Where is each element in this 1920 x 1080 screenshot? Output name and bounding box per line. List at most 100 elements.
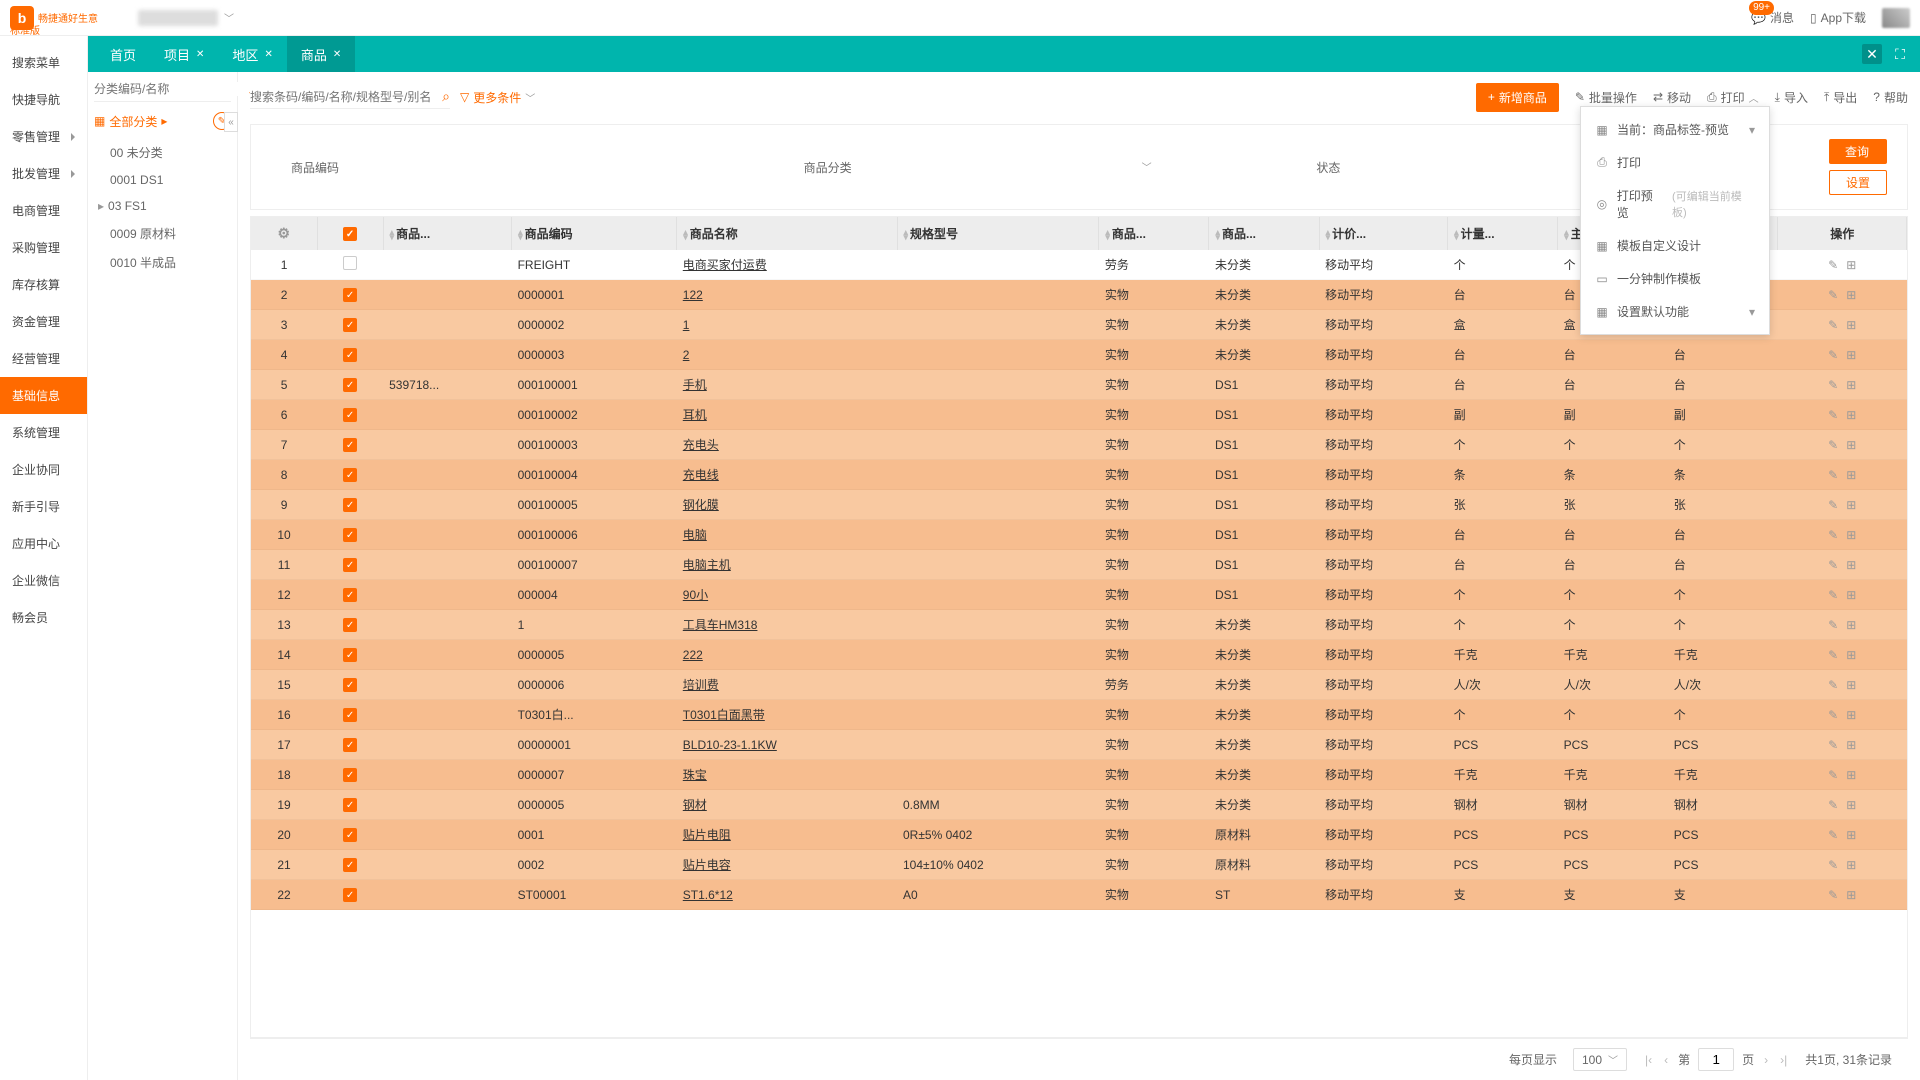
row-checkbox[interactable]: ✓: [343, 678, 357, 692]
row-checkbox[interactable]: ✓: [343, 438, 357, 452]
product-name-link[interactable]: 贴片电容: [683, 858, 731, 872]
dropdown-item[interactable]: ▦设置默认功能▾: [1581, 295, 1769, 328]
product-name-link[interactable]: 电商买家付运费: [683, 258, 767, 272]
move-button[interactable]: ⇄移动: [1653, 89, 1691, 106]
tab-close-all[interactable]: ✕: [1862, 44, 1882, 64]
dropdown-item[interactable]: ⎙打印: [1581, 146, 1769, 179]
table-row[interactable]: 9✓000100005钢化膜实物DS1移动平均张张张✎⊞: [251, 490, 1907, 520]
table-row[interactable]: 20✓0001贴片电阻0R±5% 0402实物原材料移动平均PCSPCSPCS✎…: [251, 820, 1907, 850]
table-row[interactable]: 13✓1工具车HM318实物未分类移动平均个个个✎⊞: [251, 610, 1907, 640]
column-header[interactable]: ▴▾商品...: [1209, 217, 1319, 250]
more-row-icon[interactable]: ⊞: [1846, 258, 1856, 272]
column-header[interactable]: 操作: [1778, 217, 1907, 250]
sidebar-item[interactable]: 基础信息: [0, 377, 87, 414]
product-name-link[interactable]: ST1.6*12: [683, 888, 733, 902]
edit-row-icon[interactable]: ✎: [1828, 528, 1838, 542]
grid-search-input[interactable]: [250, 86, 442, 108]
sidebar-item[interactable]: 快捷导航: [0, 81, 87, 118]
row-checkbox[interactable]: [343, 256, 357, 270]
collapse-pane-button[interactable]: «: [224, 112, 238, 132]
edit-row-icon[interactable]: ✎: [1828, 288, 1838, 302]
row-checkbox[interactable]: ✓: [343, 528, 357, 542]
tab[interactable]: 地区✕: [218, 36, 286, 72]
dropdown-item[interactable]: ▭一分钟制作模板: [1581, 262, 1769, 295]
column-header[interactable]: ▴▾规格型号: [897, 217, 1099, 250]
close-icon[interactable]: ✕: [333, 49, 341, 60]
help-button[interactable]: ?帮助: [1873, 89, 1908, 106]
sidebar-item[interactable]: 经营管理: [0, 340, 87, 377]
column-header[interactable]: ▴▾商品编码: [512, 217, 677, 250]
edit-row-icon[interactable]: ✎: [1828, 438, 1838, 452]
more-row-icon[interactable]: ⊞: [1846, 678, 1856, 692]
column-header[interactable]: ▴▾商品...: [1099, 217, 1209, 250]
sidebar-item[interactable]: 企业协同: [0, 451, 87, 488]
column-header[interactable]: ✓: [317, 217, 383, 250]
row-checkbox[interactable]: ✓: [343, 708, 357, 722]
more-row-icon[interactable]: ⊞: [1846, 588, 1856, 602]
sidebar-item[interactable]: 库存核算: [0, 266, 87, 303]
table-row[interactable]: 4✓00000032实物未分类移动平均台台台✎⊞: [251, 340, 1907, 370]
row-checkbox[interactable]: ✓: [343, 348, 357, 362]
more-row-icon[interactable]: ⊞: [1846, 768, 1856, 782]
dropdown-item[interactable]: ▦当前：商品标签-预览▾: [1581, 113, 1769, 146]
category-item[interactable]: 0001 DS1: [94, 167, 231, 193]
filter-code-input[interactable]: [359, 167, 639, 168]
page-first[interactable]: |‹: [1643, 1053, 1654, 1067]
row-checkbox[interactable]: ✓: [343, 408, 357, 422]
product-name-link[interactable]: 122: [683, 288, 703, 302]
product-name-link[interactable]: 耳机: [683, 408, 707, 422]
product-name-link[interactable]: 手机: [683, 378, 707, 392]
category-item[interactable]: 00 未分类: [94, 138, 231, 167]
add-product-button[interactable]: + 新增商品: [1476, 83, 1559, 112]
row-checkbox[interactable]: ✓: [343, 588, 357, 602]
edit-row-icon[interactable]: ✎: [1828, 588, 1838, 602]
column-header[interactable]: ▴▾商品...: [383, 217, 511, 250]
import-button[interactable]: ⤓导入: [1775, 89, 1808, 106]
more-row-icon[interactable]: ⊞: [1846, 738, 1856, 752]
table-wrap[interactable]: ⚙✓▴▾商品...▴▾商品编码▴▾商品名称▴▾规格型号▴▾商品...▴▾商品..…: [250, 216, 1908, 1038]
edit-row-icon[interactable]: ✎: [1828, 408, 1838, 422]
more-row-icon[interactable]: ⊞: [1846, 888, 1856, 902]
edit-row-icon[interactable]: ✎: [1828, 648, 1838, 662]
edit-row-icon[interactable]: ✎: [1828, 708, 1838, 722]
more-row-icon[interactable]: ⊞: [1846, 708, 1856, 722]
search-icon[interactable]: ⌕: [442, 88, 450, 105]
more-row-icon[interactable]: ⊞: [1846, 438, 1856, 452]
product-name-link[interactable]: BLD10-23-1.1KW: [683, 738, 777, 752]
product-name-link[interactable]: T0301白面黑带: [683, 708, 765, 722]
edit-row-icon[interactable]: ✎: [1828, 258, 1838, 272]
product-name-link[interactable]: 电脑主机: [683, 558, 731, 572]
category-item[interactable]: 03 FS1: [94, 193, 231, 219]
checkbox-all[interactable]: ✓: [343, 227, 357, 241]
row-checkbox[interactable]: ✓: [343, 888, 357, 902]
grid-search[interactable]: ⌕: [250, 86, 450, 109]
more-row-icon[interactable]: ⊞: [1846, 618, 1856, 632]
category-search[interactable]: ⌕: [94, 80, 231, 102]
product-name-link[interactable]: 充电头: [683, 438, 719, 452]
more-row-icon[interactable]: ⊞: [1846, 558, 1856, 572]
more-filters-button[interactable]: ▽ 更多条件 ﹀: [460, 89, 535, 106]
category-root[interactable]: ▦ 全部分类 ▸ ✎: [94, 112, 231, 130]
more-row-icon[interactable]: ⊞: [1846, 828, 1856, 842]
tab[interactable]: 首页: [96, 36, 150, 72]
column-header[interactable]: ▴▾计量...: [1448, 217, 1558, 250]
product-name-link[interactable]: 珠宝: [683, 768, 707, 782]
more-row-icon[interactable]: ⊞: [1846, 348, 1856, 362]
page-last[interactable]: ›|: [1778, 1053, 1789, 1067]
sidebar-item[interactable]: 应用中心: [0, 525, 87, 562]
row-checkbox[interactable]: ✓: [343, 648, 357, 662]
more-row-icon[interactable]: ⊞: [1846, 528, 1856, 542]
product-name-link[interactable]: 电脑: [683, 528, 707, 542]
edit-row-icon[interactable]: ✎: [1828, 348, 1838, 362]
batch-button[interactable]: ✎批量操作: [1575, 89, 1637, 106]
page-input[interactable]: [1698, 1048, 1734, 1071]
row-checkbox[interactable]: ✓: [343, 618, 357, 632]
sidebar-item[interactable]: 企业微信: [0, 562, 87, 599]
table-row[interactable]: 14✓0000005222实物未分类移动平均千克千克千克✎⊞: [251, 640, 1907, 670]
product-name-link[interactable]: 2: [683, 348, 690, 362]
per-page-select[interactable]: 100﹀: [1573, 1048, 1627, 1071]
messages-button[interactable]: 💬 消息 99+: [1751, 9, 1794, 26]
row-checkbox[interactable]: ✓: [343, 828, 357, 842]
query-button[interactable]: 查询: [1829, 139, 1887, 164]
filter-cat-select[interactable]: ﹀: [872, 159, 1152, 175]
